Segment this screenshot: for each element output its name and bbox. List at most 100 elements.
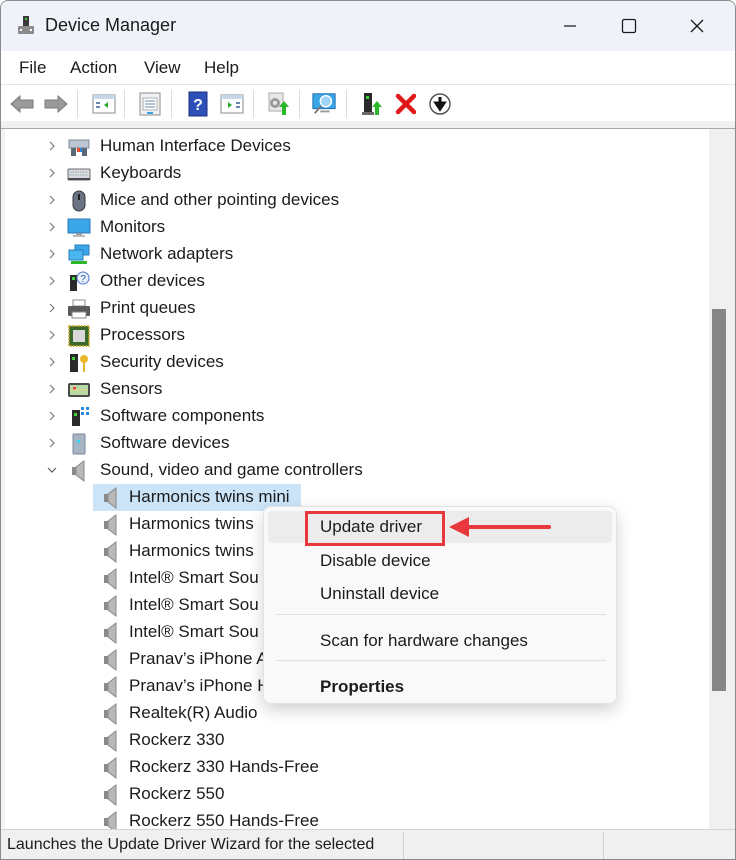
context-menu-disable-device[interactable]: Disable device: [268, 545, 612, 577]
keyboard-icon: [67, 163, 91, 185]
speaker-icon: [99, 595, 123, 617]
close-button[interactable]: [674, 9, 720, 43]
tree-label: Software devices: [100, 433, 230, 452]
chevron-down-icon[interactable]: [45, 462, 59, 478]
tree-category-mice-and-other-pointing-devices[interactable]: Mice and other pointing devices: [5, 187, 705, 214]
tree-label: Keyboards: [100, 163, 182, 182]
tree-category-security-devices[interactable]: Security devices: [5, 349, 705, 376]
context-menu-properties[interactable]: Properties: [268, 671, 612, 703]
vertical-scrollbar[interactable]: [709, 129, 735, 829]
chevron-right-icon[interactable]: [45, 435, 59, 451]
maximize-button[interactable]: [606, 9, 652, 43]
forward-button[interactable]: [43, 91, 69, 117]
close-icon: [690, 19, 704, 33]
chevron-right-icon[interactable]: [45, 381, 59, 397]
tree-label: Security devices: [100, 352, 224, 371]
tree-category-network-adapters[interactable]: Network adapters: [5, 241, 705, 268]
tree-category-monitors[interactable]: Monitors: [5, 214, 705, 241]
chevron-right-icon[interactable]: [45, 354, 59, 370]
help-button[interactable]: ?: [185, 91, 211, 117]
tree-category-sensors[interactable]: Sensors: [5, 376, 705, 403]
tree-category-other-devices[interactable]: ? Other devices: [5, 268, 705, 295]
enable-device-toolbar-button[interactable]: [359, 91, 385, 117]
toolbar-separator: [77, 90, 78, 118]
tree-device[interactable]: Rockerz 550 Hands-Free: [5, 808, 705, 829]
scan-monitor-icon: [312, 93, 336, 114]
tree-label: Intel® Smart Sou: [129, 595, 259, 614]
speaker-icon: [99, 811, 123, 829]
tree-label: Sound, video and game controllers: [100, 460, 363, 479]
speaker-icon: [99, 730, 123, 752]
svg-text:?: ?: [193, 97, 203, 114]
back-button[interactable]: [9, 91, 35, 117]
tree-device[interactable]: Rockerz 330 Hands-Free: [5, 754, 705, 781]
chevron-right-icon[interactable]: [45, 219, 59, 235]
tree-label: Software components: [100, 406, 265, 425]
toolbar-separator: [124, 90, 125, 118]
menu-separator: [276, 660, 606, 661]
tree-category-human-interface-devices[interactable]: Human Interface Devices: [5, 133, 705, 160]
tree-label: Print queues: [100, 298, 196, 317]
update-driver-icon: [268, 92, 289, 115]
toolbar-separator: [253, 90, 254, 118]
tree-label: Other devices: [100, 271, 205, 290]
show-hide-console-tree-button[interactable]: [91, 91, 117, 117]
tree-category-software-components[interactable]: Software components: [5, 403, 705, 430]
chevron-right-icon[interactable]: [45, 300, 59, 316]
speaker-icon: [99, 703, 123, 725]
context-menu-scan-hardware[interactable]: Scan for hardware changes: [268, 625, 612, 657]
menu-file[interactable]: File: [19, 58, 46, 78]
minimize-button[interactable]: [547, 9, 593, 43]
scrollbar-thumb[interactable]: [712, 309, 726, 691]
chevron-right-icon[interactable]: [45, 246, 59, 262]
show-hide-action-pane-button[interactable]: [219, 91, 245, 117]
menu-action[interactable]: Action: [70, 58, 117, 78]
tree-label: Harmonics twins mini: [129, 487, 290, 506]
tree-label: Intel® Smart Sou: [129, 622, 259, 641]
tree-label: Mice and other pointing devices: [100, 190, 340, 209]
tree-label: Sensors: [100, 379, 163, 398]
software-device-icon: [67, 433, 91, 455]
uninstall-device-toolbar-button[interactable]: [393, 91, 419, 117]
tree-category-keyboards[interactable]: Keyboards: [5, 160, 705, 187]
tree-category-processors[interactable]: Processors: [5, 322, 705, 349]
chevron-right-icon[interactable]: [45, 192, 59, 208]
toolbar-divider: [1, 121, 735, 129]
update-driver-toolbar-button[interactable]: [265, 91, 291, 117]
status-text: Launches the Update Driver Wizard for th…: [7, 836, 375, 853]
speaker-icon: [99, 649, 123, 671]
tree-label: Intel® Smart Sou: [129, 568, 259, 587]
menu-item-label: Uninstall device: [320, 584, 440, 603]
menu-item-label: Disable device: [320, 551, 431, 570]
tree-label: Processors: [100, 325, 186, 344]
tree-category-print-queues[interactable]: Print queues: [5, 295, 705, 322]
device-enable-icon: [362, 93, 382, 115]
menu-view[interactable]: View: [144, 58, 181, 78]
action-pane-icon: [220, 94, 244, 114]
red-x-icon: [395, 93, 417, 115]
minimize-icon: [564, 25, 576, 27]
speaker-icon: [99, 757, 123, 779]
software-component-icon: [67, 406, 91, 428]
sensor-icon: [67, 379, 91, 401]
device-manager-window: Device Manager File Action View Help ? H…: [0, 0, 736, 860]
tree-device[interactable]: Rockerz 330: [5, 727, 705, 754]
tree-label: Rockerz 550: [129, 784, 225, 803]
processor-icon: [67, 325, 91, 347]
chevron-right-icon[interactable]: [45, 327, 59, 343]
hid-icon: [67, 136, 91, 158]
context-menu-uninstall-device[interactable]: Uninstall device: [268, 578, 612, 610]
tree-device[interactable]: Realtek(R) Audio: [5, 700, 705, 727]
disable-device-toolbar-button[interactable]: [427, 91, 453, 117]
chevron-right-icon[interactable]: [45, 165, 59, 181]
chevron-right-icon[interactable]: [45, 408, 59, 424]
tree-category-sound-video-and-game-controllers[interactable]: Sound, video and game controllers: [5, 457, 705, 484]
tree-device[interactable]: Rockerz 550: [5, 781, 705, 808]
scan-hardware-toolbar-button[interactable]: [311, 91, 337, 117]
menu-help[interactable]: Help: [204, 58, 239, 78]
svg-text:?: ?: [80, 274, 86, 285]
properties-button[interactable]: [137, 91, 163, 117]
tree-category-software-devices[interactable]: Software devices: [5, 430, 705, 457]
chevron-right-icon[interactable]: [45, 273, 59, 289]
chevron-right-icon[interactable]: [45, 138, 59, 154]
